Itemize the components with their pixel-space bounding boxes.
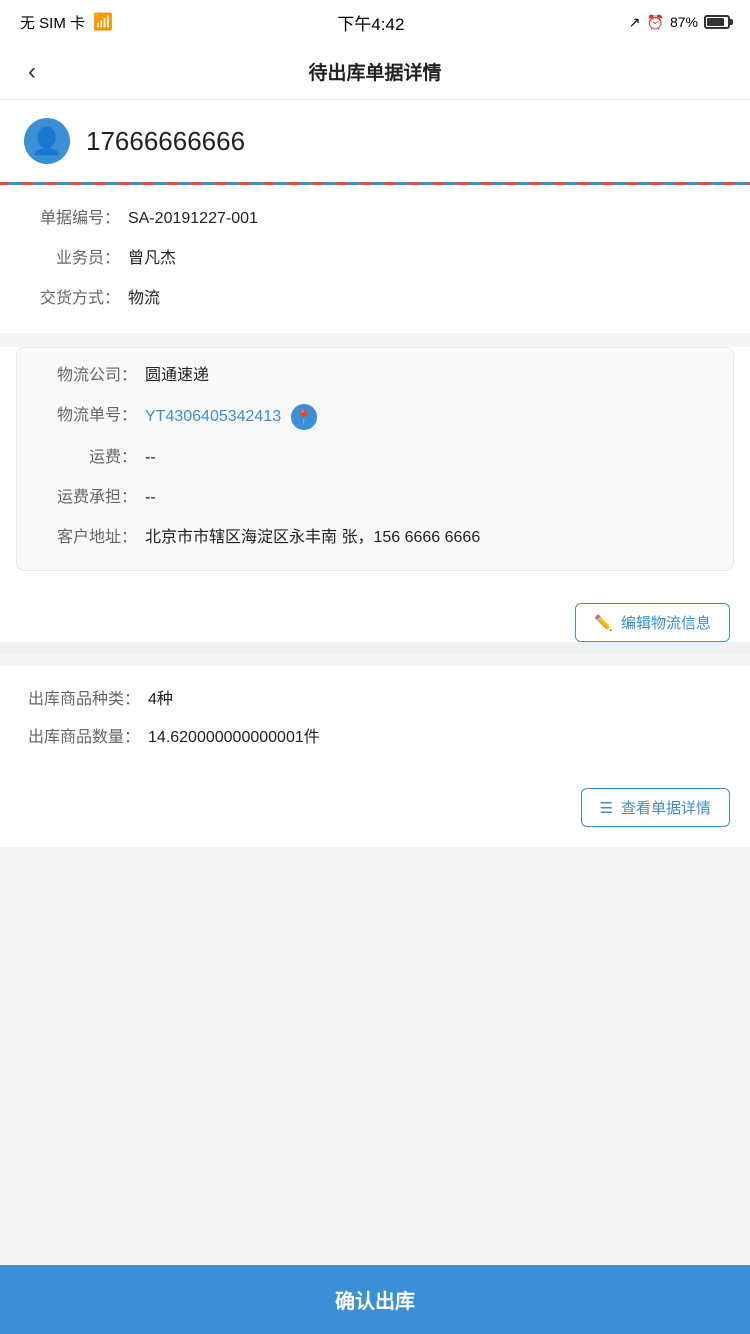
view-details-button[interactable]: ☰ 查看单据详情 xyxy=(581,788,730,827)
tracking-row: 物流单号： YT43064053424​13 📍 xyxy=(45,404,705,430)
back-button[interactable]: ‹ xyxy=(20,50,44,94)
edit-icon: ✏️ xyxy=(594,614,613,632)
freight-bear-label: 运费承担： xyxy=(45,486,145,510)
delivery-row: 交货方式： 物流 xyxy=(28,287,722,311)
company-value: 圆通速递 xyxy=(145,364,705,388)
edit-btn-row: ✏️ 编辑物流信息 xyxy=(0,587,750,642)
quantity-row: 出库商品数量： 14.620000000000001件 xyxy=(28,726,722,750)
salesman-label: 业务员： xyxy=(28,247,128,271)
status-time: 下午4:42 xyxy=(337,10,404,35)
status-bar: 无 SIM 卡 📶 下午4:42 ↗ ⏰ 87% xyxy=(0,0,750,44)
spacer xyxy=(0,847,750,987)
wifi-icon: 📶 xyxy=(93,12,113,32)
confirm-btn-container: 确认出库 xyxy=(0,1265,750,1334)
avatar: 👤 xyxy=(24,118,70,164)
location-icon: ↗ xyxy=(629,14,641,31)
quantity-label: 出库商品数量： xyxy=(28,726,148,750)
view-btn-label: 查看单据详情 xyxy=(621,797,711,818)
salesman-row: 业务员： 曾凡杰 xyxy=(28,247,722,271)
company-label: 物流公司： xyxy=(45,364,145,388)
view-btn-row: ☰ 查看单据详情 xyxy=(0,772,750,847)
summary-card: 出库商品种类： 4种 出库商品数量： 14.620000000000001件 xyxy=(0,666,750,772)
address-value: 北京市市辖区海淀区永丰南 张，156 6666 6666 xyxy=(145,526,705,550)
salesman-value: 曾凡杰 xyxy=(128,247,722,271)
delivery-label: 交货方式： xyxy=(28,287,128,311)
freight-label: 运费： xyxy=(45,446,145,470)
battery-percent: 87% xyxy=(670,14,698,30)
freight-value: -- xyxy=(145,446,705,470)
track-location-button[interactable]: 📍 xyxy=(291,404,317,430)
freight-bear-row: 运费承担： -- xyxy=(45,486,705,510)
edit-logistics-button[interactable]: ✏️ 编辑物流信息 xyxy=(575,603,730,642)
customer-phone: 17666666666 xyxy=(86,126,245,157)
tracking-label: 物流单号： xyxy=(45,404,145,428)
type-label: 出库商品种类： xyxy=(28,688,148,712)
delivery-value: 物流 xyxy=(128,287,722,311)
logistics-card: 物流公司： 圆通速递 物流单号： YT43064053424​13 📍 运费： … xyxy=(16,347,734,571)
type-row: 出库商品种类： 4种 xyxy=(28,688,722,712)
customer-header: 👤 17666666666 xyxy=(0,100,750,185)
document-value: SA-20191227-001 xyxy=(128,207,722,231)
document-row: 单据编号： SA-20191227-001 xyxy=(28,207,722,231)
status-right: ↗ ⏰ 87% xyxy=(629,14,730,31)
user-icon: 👤 xyxy=(31,126,63,157)
page-title: 待出库单据详情 xyxy=(308,58,441,85)
nav-bar: ‹ 待出库单据详情 xyxy=(0,44,750,100)
freight-row: 运费： -- xyxy=(45,446,705,470)
view-icon: ☰ xyxy=(600,799,613,817)
location-pin-icon: 📍 xyxy=(295,409,312,426)
carrier-label: 无 SIM 卡 xyxy=(20,12,85,33)
tracking-value: YT43064053424​13 xyxy=(145,405,281,429)
type-value: 4种 xyxy=(148,688,722,712)
edit-btn-label: 编辑物流信息 xyxy=(621,612,711,633)
address-label: 客户地址： xyxy=(45,526,145,550)
freight-bear-value: -- xyxy=(145,486,705,510)
quantity-value: 14.620000000000001件 xyxy=(148,726,722,750)
address-row: 客户地址： 北京市市辖区海淀区永丰南 张，156 6666 6666 xyxy=(45,526,705,550)
battery-icon xyxy=(704,15,730,29)
confirm-outbound-button[interactable]: 确认出库 xyxy=(0,1281,750,1318)
section-divider xyxy=(0,642,750,654)
alarm-icon: ⏰ xyxy=(647,14,664,31)
company-row: 物流公司： 圆通速递 xyxy=(45,364,705,388)
status-left: 无 SIM 卡 📶 xyxy=(20,12,113,33)
basic-info-card: 单据编号： SA-20191227-001 业务员： 曾凡杰 交货方式： 物流 xyxy=(0,185,750,333)
document-label: 单据编号： xyxy=(28,207,128,231)
